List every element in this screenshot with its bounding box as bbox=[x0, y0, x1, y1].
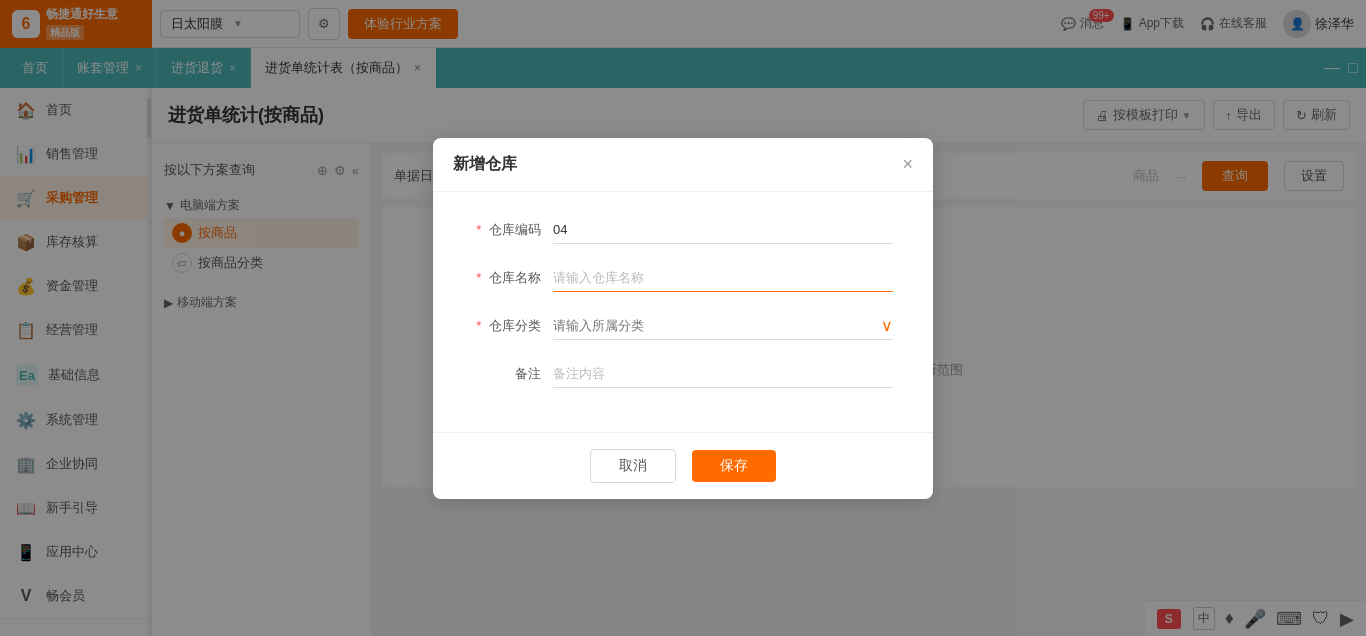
save-button[interactable]: 保存 bbox=[692, 450, 776, 482]
form-label-remark: 备注 bbox=[473, 365, 553, 383]
warehouse-name-input[interactable] bbox=[553, 264, 893, 292]
warehouse-code-input[interactable] bbox=[553, 216, 893, 244]
cancel-button[interactable]: 取消 bbox=[590, 449, 676, 483]
form-row-category: * 仓库分类 ∨ bbox=[473, 312, 893, 340]
warehouse-category-select-row: ∨ bbox=[553, 312, 893, 340]
modal-close-button[interactable]: × bbox=[902, 154, 913, 175]
modal-title: 新增仓库 bbox=[453, 154, 517, 175]
warehouse-category-input[interactable] bbox=[553, 312, 881, 339]
form-label-category: * 仓库分类 bbox=[473, 317, 553, 335]
required-star-code: * bbox=[476, 222, 481, 237]
modal-body: * 仓库编码 * 仓库名称 * 仓库分类 bbox=[433, 192, 933, 432]
form-row-code: * 仓库编码 bbox=[473, 216, 893, 244]
modal-add-warehouse: 新增仓库 × * 仓库编码 * 仓库名称 bbox=[433, 138, 933, 499]
modal-footer: 取消 保存 bbox=[433, 432, 933, 499]
modal-overlay: 新增仓库 × * 仓库编码 * 仓库名称 bbox=[0, 0, 1366, 636]
modal-header: 新增仓库 × bbox=[433, 138, 933, 192]
category-dropdown-icon[interactable]: ∨ bbox=[881, 316, 893, 335]
form-row-name: * 仓库名称 bbox=[473, 264, 893, 292]
form-row-remark: 备注 bbox=[473, 360, 893, 388]
required-star-category: * bbox=[476, 318, 481, 333]
form-label-name: * 仓库名称 bbox=[473, 269, 553, 287]
warehouse-remark-input[interactable] bbox=[553, 360, 893, 388]
form-label-code: * 仓库编码 bbox=[473, 221, 553, 239]
required-star-name: * bbox=[476, 270, 481, 285]
